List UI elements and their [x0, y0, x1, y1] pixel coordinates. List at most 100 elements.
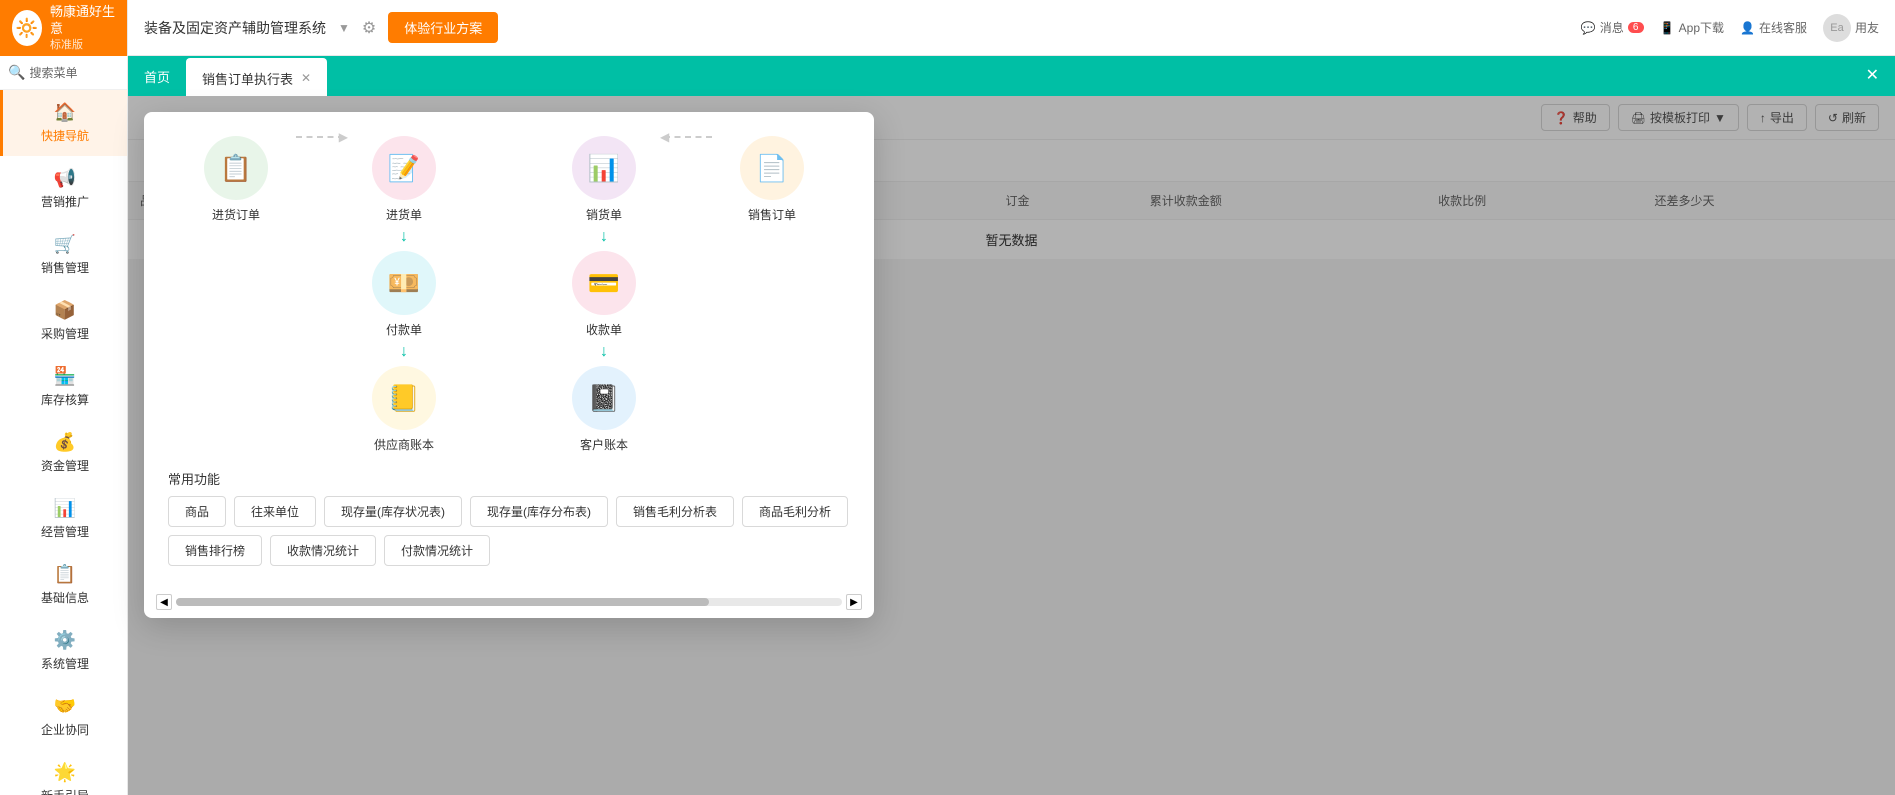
- supplier-ledger-icon: 📒: [372, 366, 436, 430]
- avatar: Ea: [1823, 14, 1851, 42]
- logo-icon: 🔆: [12, 10, 42, 46]
- purchase-bill-label: 进货单: [386, 206, 422, 223]
- func-row-1: 商品往来单位现存量(库存状况表) 现存量(库存分布表) 销售毛利分析表商品毛利分析: [168, 496, 850, 527]
- sidebar-label-quick-nav: 快捷导航: [41, 127, 89, 144]
- search-menu-label: 搜索菜单: [29, 64, 77, 81]
- func-btn-收款情况统计[interactable]: 收款情况统计: [270, 535, 376, 566]
- func-btn-商品[interactable]: 商品: [168, 496, 226, 527]
- sidebar-logo: 🔆 畅康通好生意 标准版: [0, 0, 127, 56]
- flow-node-receipt[interactable]: 💳 收款单: [544, 251, 664, 338]
- func-btn-付款情况统计[interactable]: 付款情况统计: [384, 535, 490, 566]
- sidebar-item-quick-nav[interactable]: 🏠 快捷导航: [0, 90, 127, 156]
- payment-label: 付款单: [386, 321, 422, 338]
- flow-node-supplier-ledger[interactable]: 📒 供应商账本: [344, 366, 464, 453]
- sidebar-icon-sales: 🛒: [54, 234, 76, 255]
- sidebar-icon-guide: 🌟: [54, 762, 76, 783]
- sidebar-item-marketing[interactable]: 📢 营销推广: [0, 156, 127, 222]
- modal-overlay[interactable]: 📋 进货订单 ▶ 📝 进货单 📊: [128, 96, 1895, 795]
- receipt-label: 收款单: [586, 321, 622, 338]
- app-download-btn[interactable]: 📱 App下载: [1660, 19, 1724, 36]
- sidebar-item-sales[interactable]: 🛒 销售管理: [0, 222, 127, 288]
- sidebar: 🔆 畅康通好生意 标准版 🔍 搜索菜单 🏠 快捷导航 📢 营销推广 🛒 销售管理…: [0, 0, 128, 795]
- close-all-tabs-icon[interactable]: ✕: [1866, 68, 1879, 84]
- experience-btn[interactable]: 体验行业方案: [388, 12, 498, 43]
- payment-icon: 💴: [372, 251, 436, 315]
- flow-node-payment[interactable]: 💴 付款单: [344, 251, 464, 338]
- app-name: 畅康通好生意: [50, 4, 115, 38]
- sales-order-label: 销售订单: [748, 206, 796, 223]
- func-btn-现存量(库存状况表)[interactable]: 现存量(库存状况表): [324, 496, 462, 527]
- tab-close-icon[interactable]: ✕: [301, 71, 311, 85]
- sidebar-item-operations[interactable]: 📊 经营管理: [0, 486, 127, 552]
- down-arrow-payment: ↓: [372, 338, 436, 366]
- header-right: 💬 消息 6 📱 App下载 👤 在线客服 Ea 用友: [1581, 14, 1879, 42]
- system-title: 装备及固定资产辅助管理系统: [144, 18, 326, 38]
- sales-bill-label: 销货单: [586, 206, 622, 223]
- search-menu[interactable]: 🔍 搜索菜单: [0, 56, 127, 90]
- sidebar-icon-quick-nav: 🏠: [54, 102, 76, 123]
- flow-node-sales-order[interactable]: 📄 销售订单: [712, 136, 832, 223]
- flow-node-purchase-order[interactable]: 📋 进货订单: [176, 136, 296, 223]
- service-icon: 👤: [1740, 21, 1755, 35]
- down-arrow-sales: ↓: [572, 223, 636, 251]
- header: 装备及固定资产辅助管理系统 ▼ ⚙ 体验行业方案 💬 消息 6 📱 App下载 …: [128, 0, 1895, 56]
- sidebar-icon-inventory: 🏪: [54, 366, 76, 387]
- sidebar-item-system[interactable]: ⚙️ 系统管理: [0, 618, 127, 684]
- sidebar-item-guide[interactable]: 🌟 新手引导: [0, 750, 127, 795]
- sidebar-label-guide: 新手引导: [41, 787, 89, 795]
- sidebar-label-marketing: 营销推广: [41, 193, 89, 210]
- message-btn[interactable]: 💬 消息 6: [1581, 19, 1644, 36]
- flow-node-sales-bill[interactable]: 📊 销货单: [544, 136, 664, 223]
- sidebar-item-finance[interactable]: 💰 资金管理: [0, 420, 127, 486]
- sidebar-item-inventory[interactable]: 🏪 库存核算: [0, 354, 127, 420]
- tab-home[interactable]: 首页: [128, 56, 186, 96]
- func-btn-商品毛利分析[interactable]: 商品毛利分析: [742, 496, 848, 527]
- sidebar-label-purchase: 采购管理: [41, 325, 89, 342]
- sidebar-label-system: 系统管理: [41, 655, 89, 672]
- system-dropdown[interactable]: ▼: [338, 21, 350, 35]
- message-label: 消息: [1600, 19, 1624, 36]
- sidebar-item-enterprise[interactable]: 🤝 企业协同: [0, 684, 127, 750]
- func-row-2: 销售排行榜收款情况统计付款情况统计: [168, 535, 850, 566]
- func-btn-销售毛利分析表[interactable]: 销售毛利分析表: [616, 496, 734, 527]
- tab-home-label: 首页: [144, 67, 170, 86]
- supplier-ledger-label: 供应商账本: [374, 436, 434, 453]
- purchase-bill-icon: 📝: [372, 136, 436, 200]
- common-functions: 常用功能 商品往来单位现存量(库存状况表)现存量(库存分布表)销售毛利分析表商品…: [144, 469, 874, 590]
- search-icon: 🔍: [8, 64, 25, 81]
- sidebar-icon-marketing: 📢: [54, 168, 76, 189]
- user-label: 用友: [1855, 19, 1879, 36]
- sidebar-item-purchase[interactable]: 📦 采购管理: [0, 288, 127, 354]
- purchase-order-label: 进货订单: [212, 206, 260, 223]
- func-btn-往来单位[interactable]: 往来单位: [234, 496, 316, 527]
- sales-bill-icon: 📊: [572, 136, 636, 200]
- download-icon: 📱: [1660, 21, 1675, 35]
- func-btn-现存量(库存分布表)[interactable]: 现存量(库存分布表): [470, 496, 608, 527]
- sidebar-icon-operations: 📊: [54, 498, 76, 519]
- func-btn-销售排行榜[interactable]: 销售排行榜: [168, 535, 262, 566]
- user-profile[interactable]: Ea 用友: [1823, 14, 1879, 42]
- online-service-btn[interactable]: 👤 在线客服: [1740, 19, 1807, 36]
- sidebar-icon-system: ⚙️: [54, 630, 76, 651]
- tabs-bar: 首页 销售订单执行表 ✕ ✕: [128, 56, 1895, 96]
- app-download-label: App下载: [1679, 19, 1724, 36]
- sidebar-label-finance: 资金管理: [41, 457, 89, 474]
- flow-node-customer-ledger[interactable]: 📓 客户账本: [544, 366, 664, 453]
- scroll-right-btn[interactable]: ▶: [846, 594, 862, 610]
- sidebar-icon-purchase: 📦: [54, 300, 76, 321]
- sidebar-icon-basic-info: 📋: [54, 564, 76, 585]
- sidebar-item-basic-info[interactable]: 📋 基础信息: [0, 552, 127, 618]
- tab-sales-order[interactable]: 销售订单执行表 ✕: [186, 58, 327, 98]
- flow-diagram: 📋 进货订单 ▶ 📝 进货单 📊: [144, 112, 874, 469]
- sidebar-label-enterprise: 企业协同: [41, 721, 89, 738]
- scrollbar-track[interactable]: [176, 598, 842, 606]
- flow-node-purchase-bill[interactable]: 📝 进货单: [344, 136, 464, 223]
- settings-icon[interactable]: ⚙: [362, 18, 376, 38]
- sidebar-label-basic-info: 基础信息: [41, 589, 89, 606]
- customer-ledger-icon: 📓: [572, 366, 636, 430]
- scroll-left-btn[interactable]: ◀: [156, 594, 172, 610]
- online-service-label: 在线客服: [1759, 19, 1807, 36]
- customer-ledger-label: 客户账本: [580, 436, 628, 453]
- down-arrow-purchase: ↓: [372, 223, 436, 251]
- purchase-order-icon: 📋: [204, 136, 268, 200]
